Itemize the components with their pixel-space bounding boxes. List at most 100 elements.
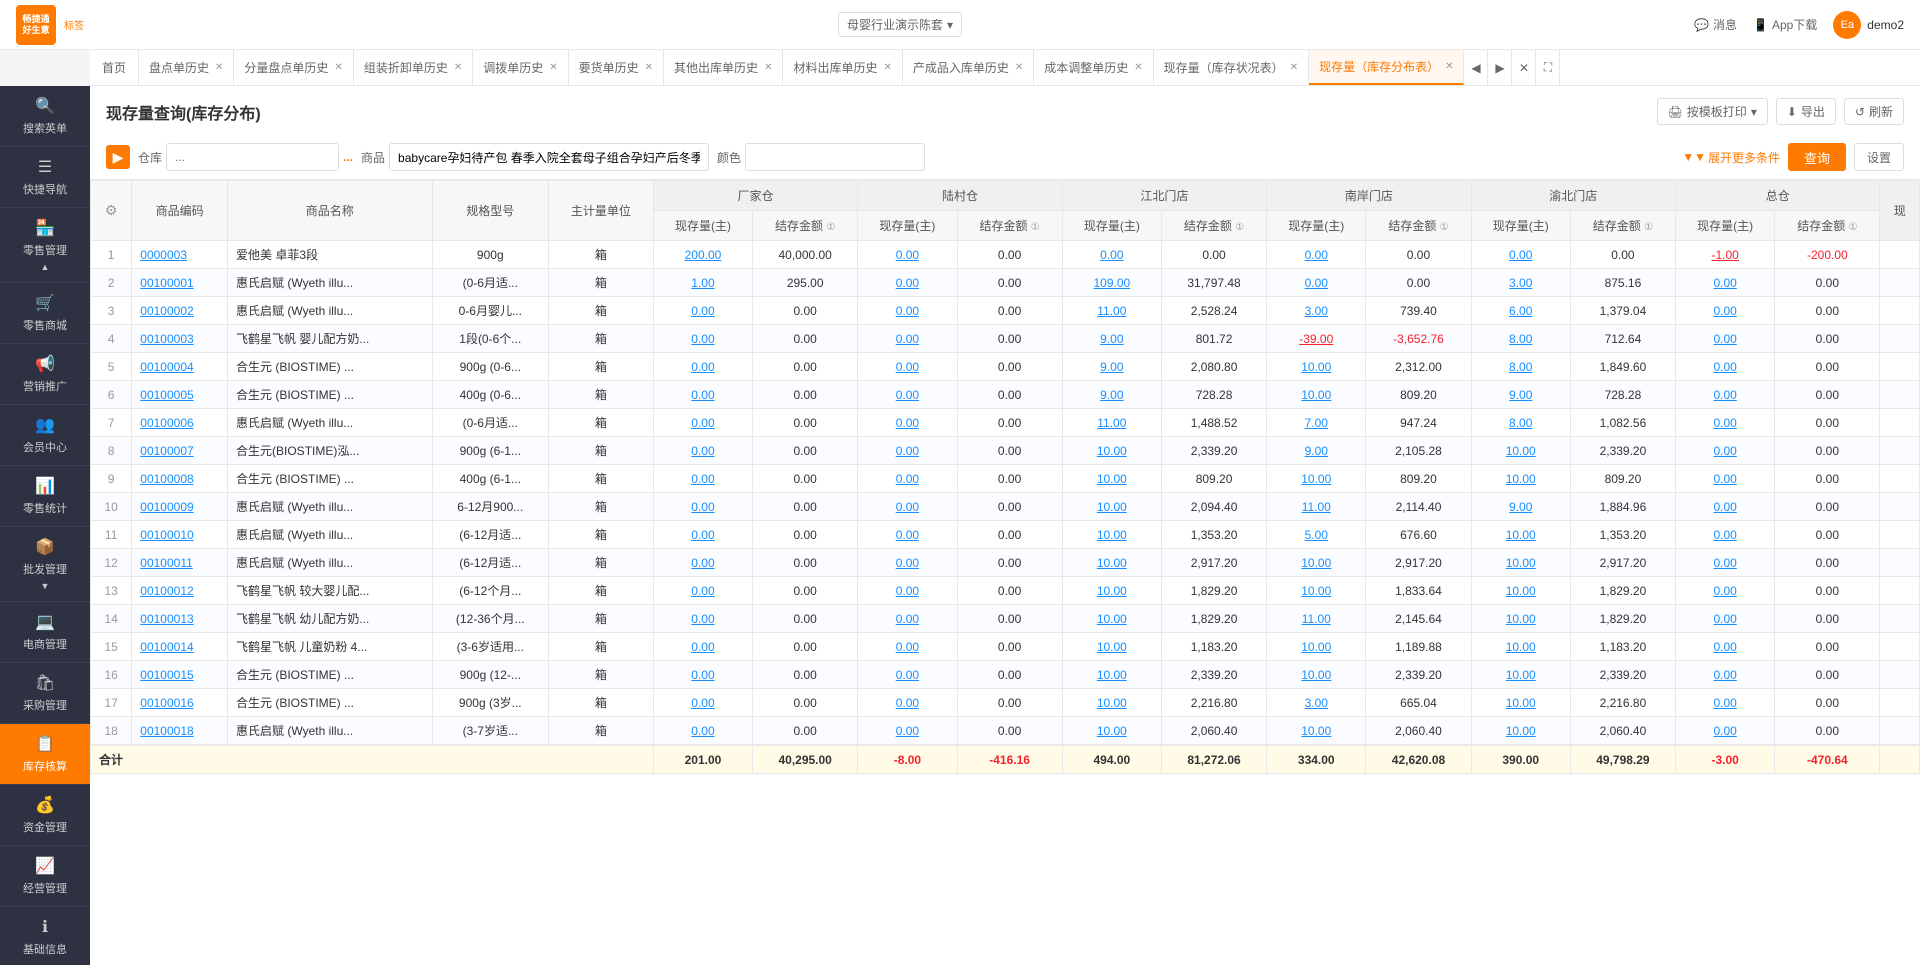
total-qty[interactable]: 0.00	[1676, 661, 1775, 689]
product-code[interactable]: 00100012	[132, 577, 228, 605]
product-code[interactable]: 00100001	[132, 269, 228, 297]
yb-amt-info-icon[interactable]: ①	[1644, 222, 1653, 233]
tab-order-close[interactable]: ✕	[645, 62, 653, 73]
product-code[interactable]: 00100011	[132, 549, 228, 577]
product-code[interactable]: 00100005	[132, 381, 228, 409]
jb-qty[interactable]: 10.00	[1062, 465, 1161, 493]
col-settings[interactable]: ⚙	[91, 181, 132, 241]
total-qty[interactable]: 0.00	[1676, 493, 1775, 521]
lc-qty[interactable]: 0.00	[858, 269, 957, 297]
sidebar-item-ops[interactable]: 📈 经营管理	[0, 846, 90, 907]
setting-btn[interactable]: 设置	[1854, 143, 1904, 171]
tab-sub-stocktake-close[interactable]: ✕	[334, 62, 342, 73]
total-qty[interactable]: 0.00	[1676, 297, 1775, 325]
lc-qty[interactable]: 0.00	[858, 633, 957, 661]
total-qty[interactable]: 0.00	[1676, 437, 1775, 465]
fc-qty[interactable]: 0.00	[653, 521, 752, 549]
lc-qty[interactable]: 0.00	[858, 549, 957, 577]
yb-qty[interactable]: 9.00	[1471, 493, 1570, 521]
na-qty[interactable]: 10.00	[1267, 717, 1366, 746]
export-btn[interactable]: ⬇ 导出	[1776, 98, 1836, 125]
yb-qty[interactable]: 8.00	[1471, 353, 1570, 381]
sidebar-item-store[interactable]: 🛒 零售商城	[0, 283, 90, 344]
na-amt-info-icon[interactable]: ①	[1440, 222, 1449, 233]
lc-qty[interactable]: 0.00	[858, 437, 957, 465]
tab-material-out[interactable]: 材料出库单历史 ✕	[783, 50, 902, 85]
yb-qty[interactable]: 6.00	[1471, 297, 1570, 325]
fc-qty[interactable]: 0.00	[653, 353, 752, 381]
yb-qty[interactable]: 10.00	[1471, 465, 1570, 493]
fc-qty[interactable]: 0.00	[653, 633, 752, 661]
fc-qty[interactable]: 0.00	[653, 577, 752, 605]
jb-qty[interactable]: 9.00	[1062, 381, 1161, 409]
fc-qty[interactable]: 1.00	[653, 269, 752, 297]
lc-qty[interactable]: 0.00	[858, 297, 957, 325]
tab-cost-adjust[interactable]: 成本调整单历史 ✕	[1034, 50, 1153, 85]
total-qty[interactable]: 0.00	[1676, 269, 1775, 297]
product-code[interactable]: 00100013	[132, 605, 228, 633]
user-area[interactable]: Ea demo2	[1833, 11, 1904, 39]
tab-inventory-dist-close[interactable]: ✕	[1445, 61, 1453, 72]
sidebar-item-inventory[interactable]: 📋 库存核算	[0, 724, 90, 785]
na-qty[interactable]: 3.00	[1267, 297, 1366, 325]
tab-inventory-status[interactable]: 现存量（库存状况表） ✕	[1154, 50, 1309, 85]
jb-qty[interactable]: 10.00	[1062, 689, 1161, 717]
jb-qty[interactable]: 10.00	[1062, 437, 1161, 465]
yb-qty[interactable]: 10.00	[1471, 549, 1570, 577]
product-code[interactable]: 00100006	[132, 409, 228, 437]
na-qty[interactable]: 9.00	[1267, 437, 1366, 465]
sidebar-item-finance[interactable]: 💰 资金管理	[0, 785, 90, 846]
yb-qty[interactable]: 8.00	[1471, 409, 1570, 437]
na-qty[interactable]: 10.00	[1267, 549, 1366, 577]
lc-qty[interactable]: 0.00	[858, 717, 957, 746]
na-qty[interactable]: 10.00	[1267, 633, 1366, 661]
yb-qty[interactable]: 10.00	[1471, 717, 1570, 746]
na-qty[interactable]: 7.00	[1267, 409, 1366, 437]
product-code[interactable]: 00100016	[132, 689, 228, 717]
tab-order[interactable]: 要货单历史 ✕	[569, 50, 664, 85]
jb-qty[interactable]: 10.00	[1062, 661, 1161, 689]
tab-assemble-close[interactable]: ✕	[454, 62, 462, 73]
product-code[interactable]: 00100014	[132, 633, 228, 661]
lc-qty[interactable]: 0.00	[858, 661, 957, 689]
sidebar-item-marketing[interactable]: 📢 营销推广	[0, 344, 90, 405]
query-btn[interactable]: 查询	[1788, 143, 1846, 171]
product-code[interactable]: 0000003	[132, 241, 228, 269]
na-qty[interactable]: 11.00	[1267, 605, 1366, 633]
lc-amt-info-icon[interactable]: ①	[1031, 222, 1040, 233]
yb-qty[interactable]: 10.00	[1471, 577, 1570, 605]
filter-expand-btn[interactable]: ▶	[106, 145, 130, 169]
yb-qty[interactable]: 10.00	[1471, 437, 1570, 465]
na-qty[interactable]: 0.00	[1267, 269, 1366, 297]
jb-qty[interactable]: 10.00	[1062, 521, 1161, 549]
na-qty[interactable]: 11.00	[1267, 493, 1366, 521]
tab-transfer-close[interactable]: ✕	[549, 62, 557, 73]
product-code[interactable]: 00100008	[132, 465, 228, 493]
yb-qty[interactable]: 10.00	[1471, 605, 1570, 633]
lc-qty[interactable]: 0.00	[858, 493, 957, 521]
jb-qty[interactable]: 109.00	[1062, 269, 1161, 297]
product-code[interactable]: 00100007	[132, 437, 228, 465]
lc-qty[interactable]: 0.00	[858, 409, 957, 437]
na-qty[interactable]: 10.00	[1267, 465, 1366, 493]
module-selector[interactable]: 母婴行业演示陈套 ▾	[838, 12, 962, 37]
jb-qty[interactable]: 10.00	[1062, 549, 1161, 577]
sidebar-item-search[interactable]: 🔍 搜索英单	[0, 86, 90, 147]
lc-qty[interactable]: 0.00	[858, 325, 957, 353]
yb-qty[interactable]: 10.00	[1471, 689, 1570, 717]
na-qty[interactable]: 10.00	[1267, 353, 1366, 381]
tab-stocktake-close[interactable]: ✕	[215, 62, 223, 73]
jb-amt-info-icon[interactable]: ①	[1235, 222, 1244, 233]
fc-qty[interactable]: 0.00	[653, 689, 752, 717]
sidebar-item-ecommerce[interactable]: 💻 电商管理	[0, 602, 90, 663]
lc-qty[interactable]: 0.00	[858, 381, 957, 409]
total-qty[interactable]: 0.00	[1676, 549, 1775, 577]
tab-assemble[interactable]: 组装折卸单历史 ✕	[354, 50, 473, 85]
total-qty[interactable]: 0.00	[1676, 633, 1775, 661]
yb-qty[interactable]: 10.00	[1471, 661, 1570, 689]
tab-close-all[interactable]: ✕	[1512, 50, 1536, 85]
lc-qty[interactable]: 0.00	[858, 465, 957, 493]
total-qty[interactable]: 0.00	[1676, 353, 1775, 381]
jb-qty[interactable]: 10.00	[1062, 493, 1161, 521]
expand-more-btn[interactable]: ▼▼ 展开更多条件	[1682, 149, 1780, 166]
